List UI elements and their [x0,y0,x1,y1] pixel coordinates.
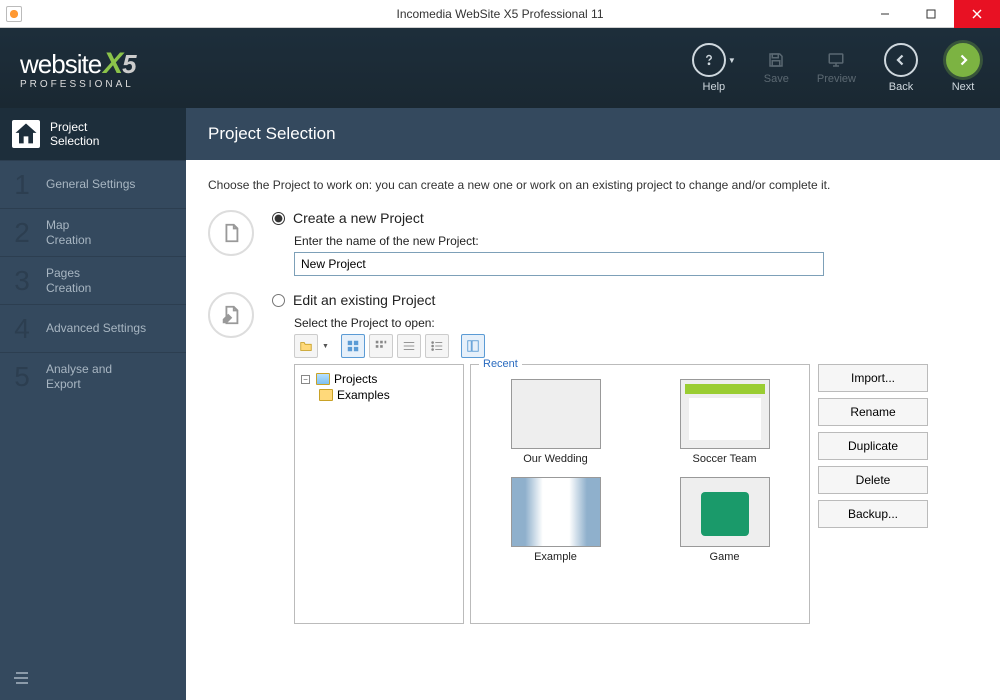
recent-project-game[interactable]: Game [648,477,801,563]
chevron-right-icon [946,43,980,77]
rename-button[interactable]: Rename [818,398,928,426]
thumbnail-icon [511,379,601,449]
content-area: Project Selection Choose the Project to … [186,108,1000,700]
help-label: Help [703,81,726,93]
open-folder-icon[interactable] [294,334,318,358]
project-name-label: Enter the name of the new Project: [294,234,978,248]
sidebar-step-4[interactable]: 4Advanced Settings [0,304,186,352]
preview-label: Preview [817,73,856,85]
minimize-button[interactable] [862,0,908,28]
chevron-down-icon[interactable]: ▼ [322,343,329,350]
project-view-toolbar: ▼ [294,334,978,358]
create-project-section: Create a new Project Enter the name of t… [208,210,978,276]
folder-icon [319,389,333,401]
header-toolbar: ▼ Help Save Preview Back Next [692,43,980,93]
step-sidebar: ProjectSelection 1General Settings 2Map … [0,108,186,700]
maximize-button[interactable] [908,0,954,28]
app-logo: websiteX5 PROFESSIONAL [20,47,136,90]
recent-project-example[interactable]: Example [479,477,632,563]
help-button[interactable]: ▼ Help [692,43,736,93]
save-button[interactable]: Save [764,51,789,85]
backup-button[interactable]: Backup... [818,500,928,528]
recent-project-our-wedding[interactable]: Our Wedding [479,379,632,465]
next-label: Next [952,81,975,93]
help-icon [692,43,726,77]
view-small-icons-icon[interactable] [369,334,393,358]
thumbnail-icon [680,477,770,547]
edit-project-section: Edit an existing Project Select the Proj… [208,292,978,624]
document-icon [208,210,254,256]
collapse-sidebar-icon[interactable] [0,659,186,700]
collapse-icon[interactable]: − [301,375,310,384]
recent-projects-panel: Recent Our Wedding Soccer Team Example G… [470,364,810,624]
toggle-tree-panel-icon[interactable] [461,334,485,358]
logo-x5: 5 [122,49,135,79]
select-project-label: Select the Project to open: [294,316,978,330]
sidebar-current-step[interactable]: ProjectSelection [0,108,186,160]
page-intro: Choose the Project to work on: you can c… [208,178,978,192]
thumbnail-icon [511,477,601,547]
monitor-icon [827,51,845,69]
edit-project-radio[interactable]: Edit an existing Project [272,292,978,308]
thumbnail-icon [680,379,770,449]
next-button[interactable]: Next [946,43,980,93]
app-header: websiteX5 PROFESSIONAL ▼ Help Save Previ… [0,28,1000,108]
recent-project-soccer-team[interactable]: Soccer Team [648,379,801,465]
sidebar-current-line2: Selection [50,134,99,148]
sidebar-step-2[interactable]: 2Map Creation [0,208,186,256]
close-button[interactable] [954,0,1000,28]
view-large-icons-icon[interactable] [341,334,365,358]
sidebar-step-5[interactable]: 5Analyse and Export [0,352,186,400]
back-button[interactable]: Back [884,43,918,93]
logo-brand: website [20,49,101,80]
app-icon [6,6,22,22]
save-label: Save [764,73,789,85]
sidebar-current-line1: Project [50,120,87,134]
window-titlebar: Incomedia WebSite X5 Professional 11 [0,0,1000,28]
preview-button[interactable]: Preview [817,51,856,85]
save-icon [767,51,785,69]
tree-child[interactable]: Examples [319,387,457,403]
home-icon [12,120,40,148]
project-tree[interactable]: −Projects Examples [294,364,464,624]
back-label: Back [889,81,913,93]
chevron-left-icon [884,43,918,77]
import-button[interactable]: Import... [818,364,928,392]
recent-legend: Recent [479,358,522,370]
page-title: Project Selection [186,108,1000,160]
folder-icon [316,373,330,385]
view-list-icon[interactable] [397,334,421,358]
create-project-radio[interactable]: Create a new Project [272,210,978,226]
edit-document-icon [208,292,254,338]
chevron-down-icon: ▼ [728,56,736,65]
view-details-icon[interactable] [425,334,449,358]
duplicate-button[interactable]: Duplicate [818,432,928,460]
project-name-input[interactable] [294,252,824,276]
sidebar-step-1[interactable]: 1General Settings [0,160,186,208]
window-title: Incomedia WebSite X5 Professional 11 [0,7,1000,21]
tree-root[interactable]: −Projects [301,371,457,387]
project-action-buttons: Import... Rename Duplicate Delete Backup… [818,364,928,624]
sidebar-step-3[interactable]: 3Pages Creation [0,256,186,304]
delete-button[interactable]: Delete [818,466,928,494]
